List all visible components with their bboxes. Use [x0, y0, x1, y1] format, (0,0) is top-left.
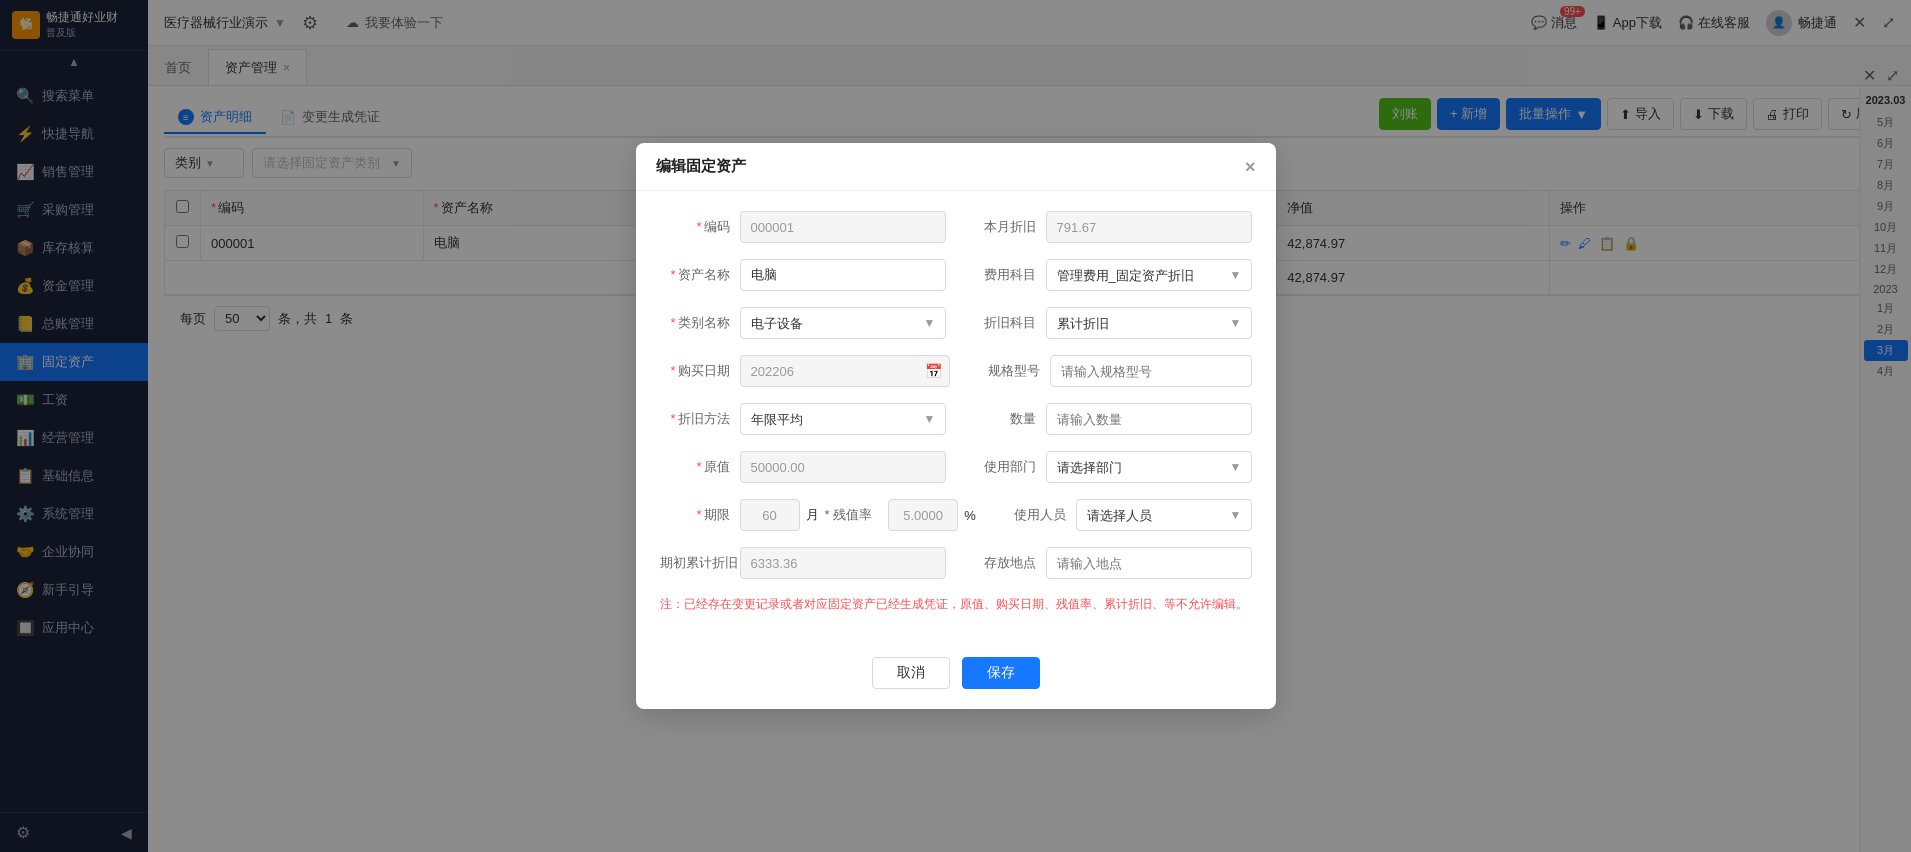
modal-title: 编辑固定资产 [656, 157, 746, 176]
form-row-7: *期限 月 * 残值率 % 使用人员 [660, 499, 1252, 531]
modal-header: 编辑固定资产 × [636, 143, 1276, 191]
residual-rate-input[interactable] [888, 499, 958, 531]
expense-account-select[interactable]: 管理费用_固定资产折旧 [1046, 259, 1252, 291]
original-value-input[interactable] [740, 451, 946, 483]
opening-dep-input[interactable] [740, 547, 946, 579]
calendar-icon[interactable]: 📅 [925, 363, 942, 379]
spec-input[interactable] [1050, 355, 1252, 387]
form-row-6: *原值 使用部门 请选择部门 ▼ [660, 451, 1252, 483]
modal-close-btn[interactable]: × [1245, 158, 1256, 176]
category-select[interactable]: 电子设备 [740, 307, 946, 339]
location-input[interactable] [1046, 547, 1252, 579]
residual-rate-label: * 残值率 [825, 499, 883, 531]
modal-edit-asset: 编辑固定资产 × *编码 本月折旧 [636, 143, 1276, 709]
cancel-button[interactable]: 取消 [872, 657, 950, 689]
modal-note: 注：已经存在变更记录或者对应固定资产已经生成凭证，原值、购买日期、残值率、累计折… [660, 595, 1252, 625]
dep-method-select[interactable]: 年限平均 [740, 403, 946, 435]
form-row-5: *折旧方法 年限平均 ▼ 数量 [660, 403, 1252, 435]
period-input[interactable] [740, 499, 800, 531]
modal-body: *编码 本月折旧 *资产名称 [636, 191, 1276, 645]
use-dept-select[interactable]: 请选择部门 [1046, 451, 1252, 483]
monthly-dep-input[interactable] [1046, 211, 1252, 243]
modal-overlay: 编辑固定资产 × *编码 本月折旧 [0, 0, 1911, 852]
quantity-input[interactable] [1046, 403, 1252, 435]
code-input[interactable] [740, 211, 946, 243]
asset-name-input[interactable] [740, 259, 946, 291]
dep-account-select[interactable]: 累计折旧 [1046, 307, 1252, 339]
user-select[interactable]: 请选择人员 [1076, 499, 1252, 531]
form-row-2: *资产名称 费用科目 管理费用_固定资产折旧 ▼ [660, 259, 1252, 291]
save-button[interactable]: 保存 [962, 657, 1040, 689]
form-row-4: *购买日期 📅 规格型号 [660, 355, 1252, 387]
form-row-1: *编码 本月折旧 [660, 211, 1252, 243]
form-row-8: 期初累计折旧 存放地点 [660, 547, 1252, 579]
purchase-date-input[interactable] [740, 355, 950, 387]
form-row-3: *类别名称 电子设备 ▼ 折旧科目 累计折旧 [660, 307, 1252, 339]
modal-footer: 取消 保存 [636, 645, 1276, 709]
